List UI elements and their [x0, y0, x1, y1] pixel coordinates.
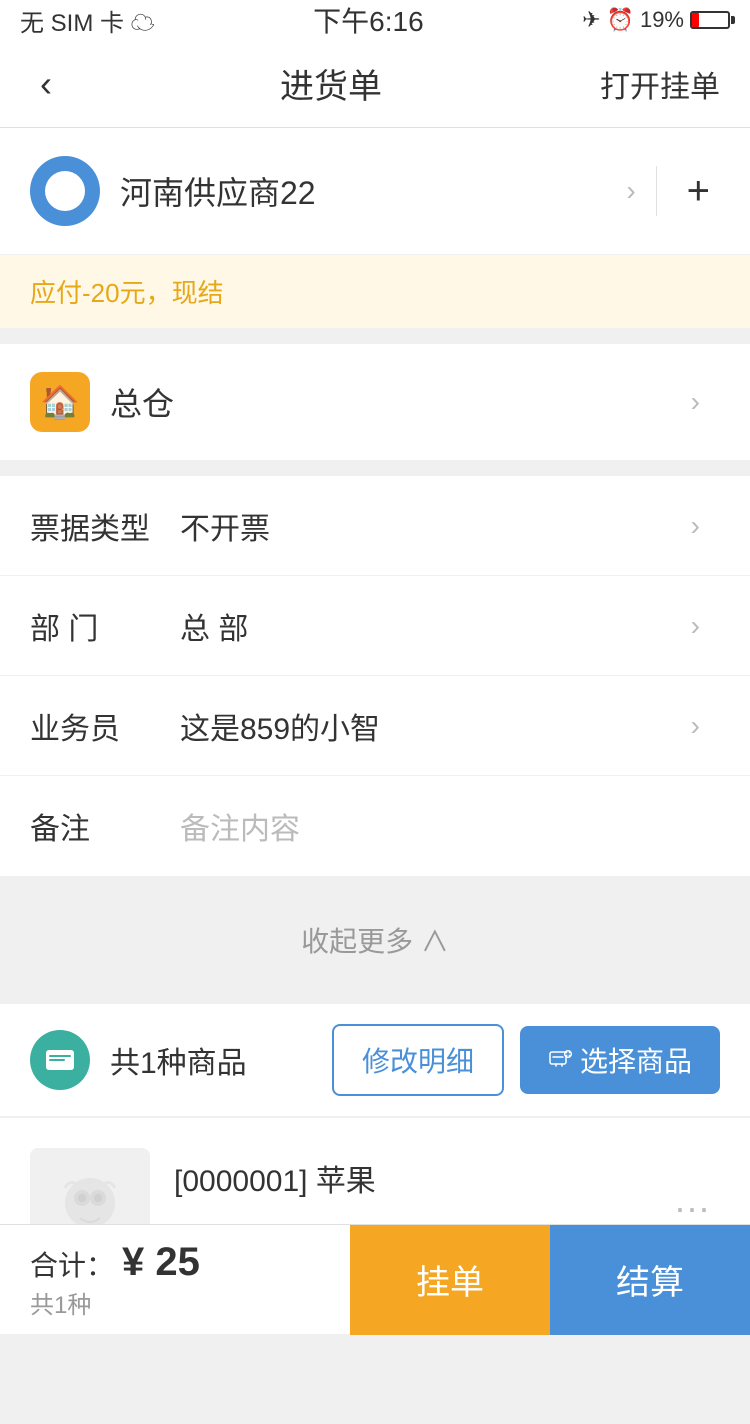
notice-bar: 应付-20元，现结	[0, 255, 750, 328]
total-text: 合计：	[30, 1244, 114, 1284]
department-value: 总 部	[160, 604, 691, 648]
form-row-department[interactable]: 部 门 总 部 ›	[0, 576, 750, 676]
alarm-icon: ⏰	[607, 7, 634, 33]
product-name: [0000001] 苹果	[174, 1156, 664, 1200]
department-chevron-icon: ›	[691, 610, 700, 642]
invoice-label: 票据类型	[30, 504, 160, 548]
status-right: ✈ ⏰ 19%	[582, 7, 730, 33]
product-code: [0000001]	[174, 1165, 307, 1198]
products-header: 共1种商品 修改明细 选择商品	[0, 1004, 750, 1117]
back-button[interactable]: ‹	[30, 53, 62, 115]
salesperson-label: 业务员	[30, 704, 160, 748]
open-suspend-button[interactable]: 打开挂单	[600, 62, 720, 106]
department-label: 部 门	[30, 604, 160, 648]
invoice-value: 不开票	[160, 504, 691, 548]
cart-icon	[548, 1048, 572, 1072]
checkout-button[interactable]: 结算	[550, 1225, 750, 1335]
warehouse-chevron-icon: ›	[691, 386, 700, 418]
remark-input[interactable]: 备注内容	[160, 804, 720, 848]
bottom-bar: 合计： ¥ 25 共1种 挂单 结算	[0, 1224, 750, 1334]
supplier-avatar	[30, 156, 100, 226]
salesperson-value: 这是859的小智	[160, 704, 691, 748]
status-left: 无 SIM 卡 ☁	[20, 3, 155, 38]
invoice-chevron-icon: ›	[691, 510, 700, 542]
warehouse-icon: 🏠	[30, 372, 90, 432]
sim-status: 无 SIM 卡 ☁	[20, 3, 155, 38]
total-section: 合计： ¥ 25 共1种	[0, 1240, 350, 1320]
battery-icon	[690, 11, 730, 29]
battery-level: 19%	[640, 7, 684, 33]
status-bar: 无 SIM 卡 ☁ 下午6:16 ✈ ⏰ 19%	[0, 0, 750, 40]
page-title: 进货单	[280, 59, 382, 108]
vertical-divider	[656, 166, 657, 216]
products-icon	[30, 1030, 90, 1090]
add-button[interactable]: +	[677, 169, 720, 214]
total-amount: ¥ 25	[122, 1240, 200, 1285]
form-section: 票据类型 不开票 › 部 门 总 部 › 业务员 这是859的小智 › 备注 备…	[0, 476, 750, 876]
nav-bar: ‹ 进货单 打开挂单	[0, 40, 750, 128]
location-icon: ✈	[582, 7, 600, 33]
chevron-right-icon: ›	[626, 175, 635, 207]
suspend-button[interactable]: 挂单	[350, 1225, 550, 1335]
form-row-remark[interactable]: 备注 备注内容	[0, 776, 750, 876]
remark-label: 备注	[30, 804, 160, 848]
collapse-row[interactable]: 收起更多 ∧	[0, 892, 750, 988]
select-products-button[interactable]: 选择商品	[520, 1026, 720, 1094]
warehouse-row[interactable]: 🏠 总仓 ›	[0, 344, 750, 460]
salesperson-chevron-icon: ›	[691, 710, 700, 742]
total-label: 合计： ¥ 25	[30, 1240, 320, 1285]
total-count: 共1种	[30, 1285, 320, 1320]
products-count: 共1种商品	[110, 1038, 332, 1082]
supplier-row[interactable]: 河南供应商22 › +	[0, 128, 750, 255]
warehouse-name: 总仓	[110, 379, 691, 425]
form-row-invoice[interactable]: 票据类型 不开票 ›	[0, 476, 750, 576]
product-title: 苹果	[316, 1165, 376, 1198]
form-row-salesperson[interactable]: 业务员 这是859的小智 ›	[0, 676, 750, 776]
supplier-section: 河南供应商22 › + 应付-20元，现结	[0, 128, 750, 328]
supplier-name: 河南供应商22	[120, 168, 626, 214]
select-products-label: 选择商品	[580, 1040, 692, 1080]
status-time: 下午6:16	[313, 0, 424, 40]
edit-details-button[interactable]: 修改明细	[332, 1024, 504, 1096]
